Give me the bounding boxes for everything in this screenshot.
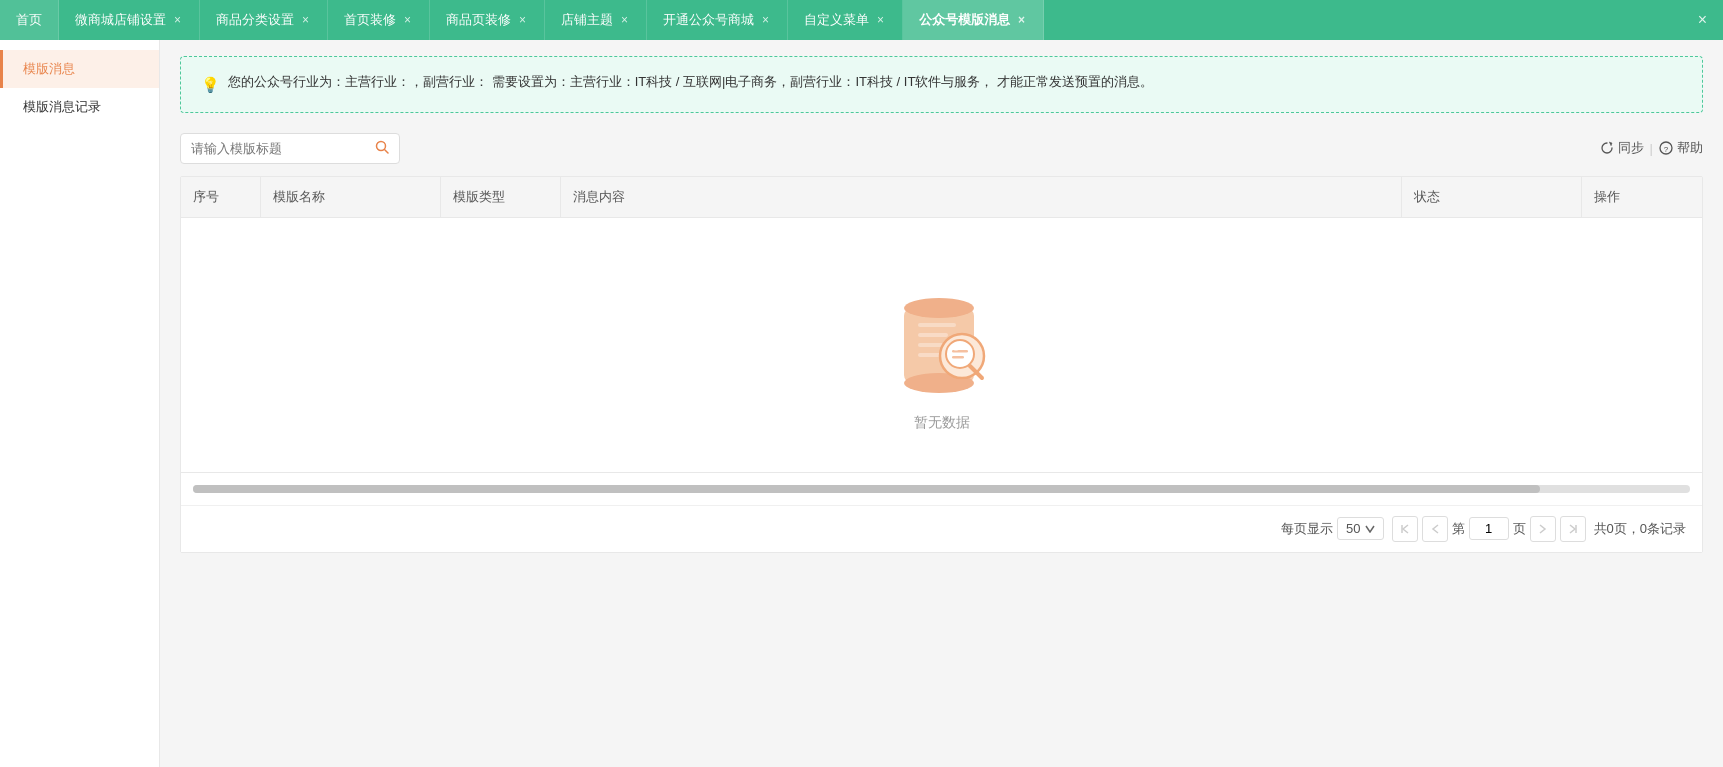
tab-close-5[interactable]: × [619,12,630,28]
col-header-type: 模版类型 [441,177,561,217]
tab-close-7[interactable]: × [875,12,886,28]
svg-rect-16 [952,356,964,359]
table-container: 序号 模版名称 模版类型 消息内容 状态 操作 [180,176,1703,553]
page-size-area: 每页显示 50 [1281,517,1383,540]
tab-close-4[interactable]: × [517,12,528,28]
svg-text:?: ? [1664,145,1669,154]
page-input[interactable] [1469,517,1509,540]
col-header-name: 模版名称 [261,177,441,217]
tab-label-5: 店铺主题 [561,11,613,29]
horizontal-scrollbar[interactable] [181,472,1702,505]
pagination: 每页显示 50 [181,505,1702,552]
tab-bar: 首页微商城店铺设置×商品分类设置×首页装修×商品页装修×店铺主题×开通公众号商城… [0,0,1723,40]
svg-line-1 [385,149,389,153]
tab-label-2: 商品分类设置 [216,11,294,29]
search-input[interactable] [181,135,365,162]
tab-item-3[interactable]: 首页装修 × [328,0,430,40]
page-label: 第 [1452,520,1465,538]
tab-item-2[interactable]: 商品分类设置 × [200,0,328,40]
tab-close-8[interactable]: × [1016,12,1027,28]
tab-label-3: 首页装修 [344,11,396,29]
last-page-icon [1568,524,1578,534]
sidebar-item-0[interactable]: 模版消息 [0,50,159,88]
help-button[interactable]: ? 帮助 [1659,139,1703,157]
page-controls: 第 页 [1392,516,1586,542]
toolbar-right: 同步 | ? 帮助 [1600,139,1703,157]
first-page-button[interactable] [1392,516,1418,542]
tab-item-7[interactable]: 自定义菜单 × [788,0,903,40]
tab-item-4[interactable]: 商品页装修 × [430,0,545,40]
page-total: 共0页，0条记录 [1594,520,1686,538]
tab-label-8: 公众号模版消息 [919,11,1010,29]
tab-label-4: 商品页装修 [446,11,511,29]
col-header-action: 操作 [1582,177,1702,217]
search-icon [375,140,389,154]
tab-item-0[interactable]: 首页 [0,0,59,40]
prev-page-icon [1431,524,1439,534]
per-page-label: 每页显示 [1281,520,1333,538]
tab-label-0: 首页 [16,11,42,29]
tab-item-6[interactable]: 开通公众号商城 × [647,0,788,40]
prev-page-button[interactable] [1422,516,1448,542]
tab-label-6: 开通公众号商城 [663,11,754,29]
notice-box: 💡 您的公众号行业为：主营行业：，副营行业： 需要设置为：主营行业：IT科技 /… [180,56,1703,113]
tab-item-5[interactable]: 店铺主题 × [545,0,647,40]
tab-item-8[interactable]: 公众号模版消息 × [903,0,1044,40]
col-header-status: 状态 [1402,177,1582,217]
svg-point-6 [904,298,974,318]
dropdown-icon [1365,525,1375,533]
notice-icon: 💡 [201,72,220,98]
search-button[interactable] [365,134,399,163]
tab-close-2[interactable]: × [300,12,311,28]
svg-point-13 [946,340,974,368]
tab-close-3[interactable]: × [402,12,413,28]
sync-button[interactable]: 同步 [1600,139,1644,157]
sidebar: 模版消息模版消息记录 [0,40,160,767]
notice-text: 您的公众号行业为：主营行业：，副营行业： 需要设置为：主营行业：IT科技 / 互… [228,71,1153,93]
next-page-icon [1539,524,1547,534]
close-all-button[interactable]: × [1682,11,1723,29]
main-layout: 模版消息模版消息记录 💡 您的公众号行业为：主营行业：，副营行业： 需要设置为：… [0,40,1723,767]
toolbar: 同步 | ? 帮助 [180,133,1703,164]
divider: | [1650,141,1653,156]
empty-icon [882,278,1002,398]
search-area [180,133,400,164]
help-icon: ? [1659,141,1673,155]
sync-icon [1600,141,1614,155]
tab-close-1[interactable]: × [172,12,183,28]
svg-point-17 [953,345,959,351]
empty-state: 暂无数据 [181,218,1702,472]
empty-text: 暂无数据 [914,414,970,432]
tab-item-1[interactable]: 微商城店铺设置 × [59,0,200,40]
page-size-select[interactable]: 50 [1337,517,1383,540]
svg-rect-9 [918,333,948,337]
col-header-content: 消息内容 [561,177,1402,217]
tab-label-7: 自定义菜单 [804,11,869,29]
col-header-index: 序号 [181,177,261,217]
tab-label-1: 微商城店铺设置 [75,11,166,29]
sidebar-item-1[interactable]: 模版消息记录 [0,88,159,126]
svg-rect-8 [918,323,956,327]
table-header: 序号 模版名称 模版类型 消息内容 状态 操作 [181,177,1702,218]
next-page-button[interactable] [1530,516,1556,542]
tab-close-6[interactable]: × [760,12,771,28]
content-area: 💡 您的公众号行业为：主营行业：，副营行业： 需要设置为：主营行业：IT科技 /… [160,40,1723,767]
last-page-button[interactable] [1560,516,1586,542]
first-page-icon [1400,524,1410,534]
page-unit: 页 [1513,520,1526,538]
